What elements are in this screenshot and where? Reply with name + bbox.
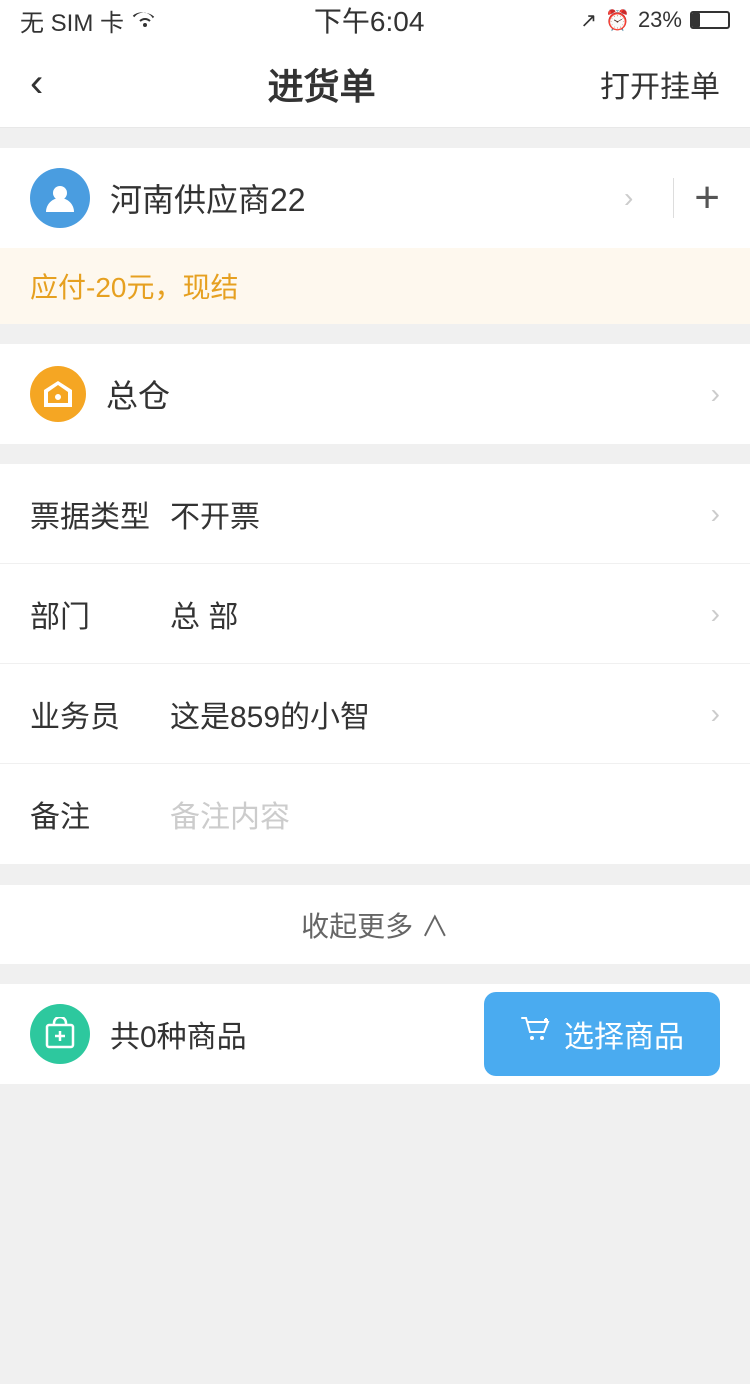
carrier-text: 无 SIM 卡 [20,3,124,38]
page-background [0,1084,750,1384]
wifi-icon [132,6,158,34]
open-pending-button[interactable]: 打开挂单 [600,62,720,106]
product-icon [30,1004,90,1064]
product-count: 共0种商品 [110,1012,484,1056]
collapse-label: 收起更多 ∧ [301,905,449,945]
select-product-label: 选择商品 [564,1012,684,1056]
remark-placeholder: 备注内容 [170,792,720,836]
bottom-bar: 共0种商品 选择商品 [0,984,750,1084]
collapse-row[interactable]: 收起更多 ∧ [0,884,750,964]
salesperson-value: 这是859的小智 [170,692,711,736]
invoice-arrow-icon: › [711,498,720,530]
department-arrow-icon: › [711,598,720,630]
notice-bar: 应付-20元，现结 [0,248,750,324]
salesperson-label: 业务员 [30,692,150,736]
form-section: 票据类型 不开票 › 部门 总 部 › 业务员 这是859的小智 › 备注 备注… [0,464,750,864]
battery-text: 23% [638,7,682,33]
divider [673,178,674,218]
invoice-label: 票据类型 [30,492,150,536]
status-right: ↗ ⏰ 23% [580,7,730,33]
battery-icon [690,11,730,29]
warehouse-row[interactable]: 总仓 › [0,344,750,444]
supplier-name: 河南供应商22 [110,175,624,221]
status-time: 下午6:04 [314,0,425,40]
salesperson-row[interactable]: 业务员 这是859的小智 › [0,664,750,764]
gap-1 [0,128,750,148]
invoice-value: 不开票 [170,492,711,536]
department-value: 总 部 [170,592,711,636]
supplier-avatar [30,168,90,228]
supplier-row[interactable]: 河南供应商22 › + [0,148,750,248]
remark-label: 备注 [30,792,150,836]
salesperson-arrow-icon: › [711,698,720,730]
department-row[interactable]: 部门 总 部 › [0,564,750,664]
alarm-icon: ⏰ [605,8,630,33]
back-button[interactable]: ‹ [30,61,43,106]
page-title: 进货单 [268,58,376,110]
location-icon: ↗ [580,8,597,33]
add-supplier-button[interactable]: + [694,176,720,220]
invoice-row[interactable]: 票据类型 不开票 › [0,464,750,564]
status-bar: 无 SIM 卡 下午6:04 ↗ ⏰ 23% [0,0,750,40]
select-product-icon [520,1016,552,1052]
notice-text: 应付-20元，现结 [30,272,238,303]
supplier-arrow-icon: › [624,182,633,214]
department-label: 部门 [30,592,150,636]
warehouse-arrow-icon: › [711,378,720,410]
remark-row[interactable]: 备注 备注内容 [0,764,750,864]
warehouse-icon [30,366,86,422]
nav-bar: ‹ 进货单 打开挂单 [0,40,750,128]
warehouse-name: 总仓 [106,371,711,417]
status-left: 无 SIM 卡 [20,3,158,38]
select-product-button[interactable]: 选择商品 [484,992,720,1076]
